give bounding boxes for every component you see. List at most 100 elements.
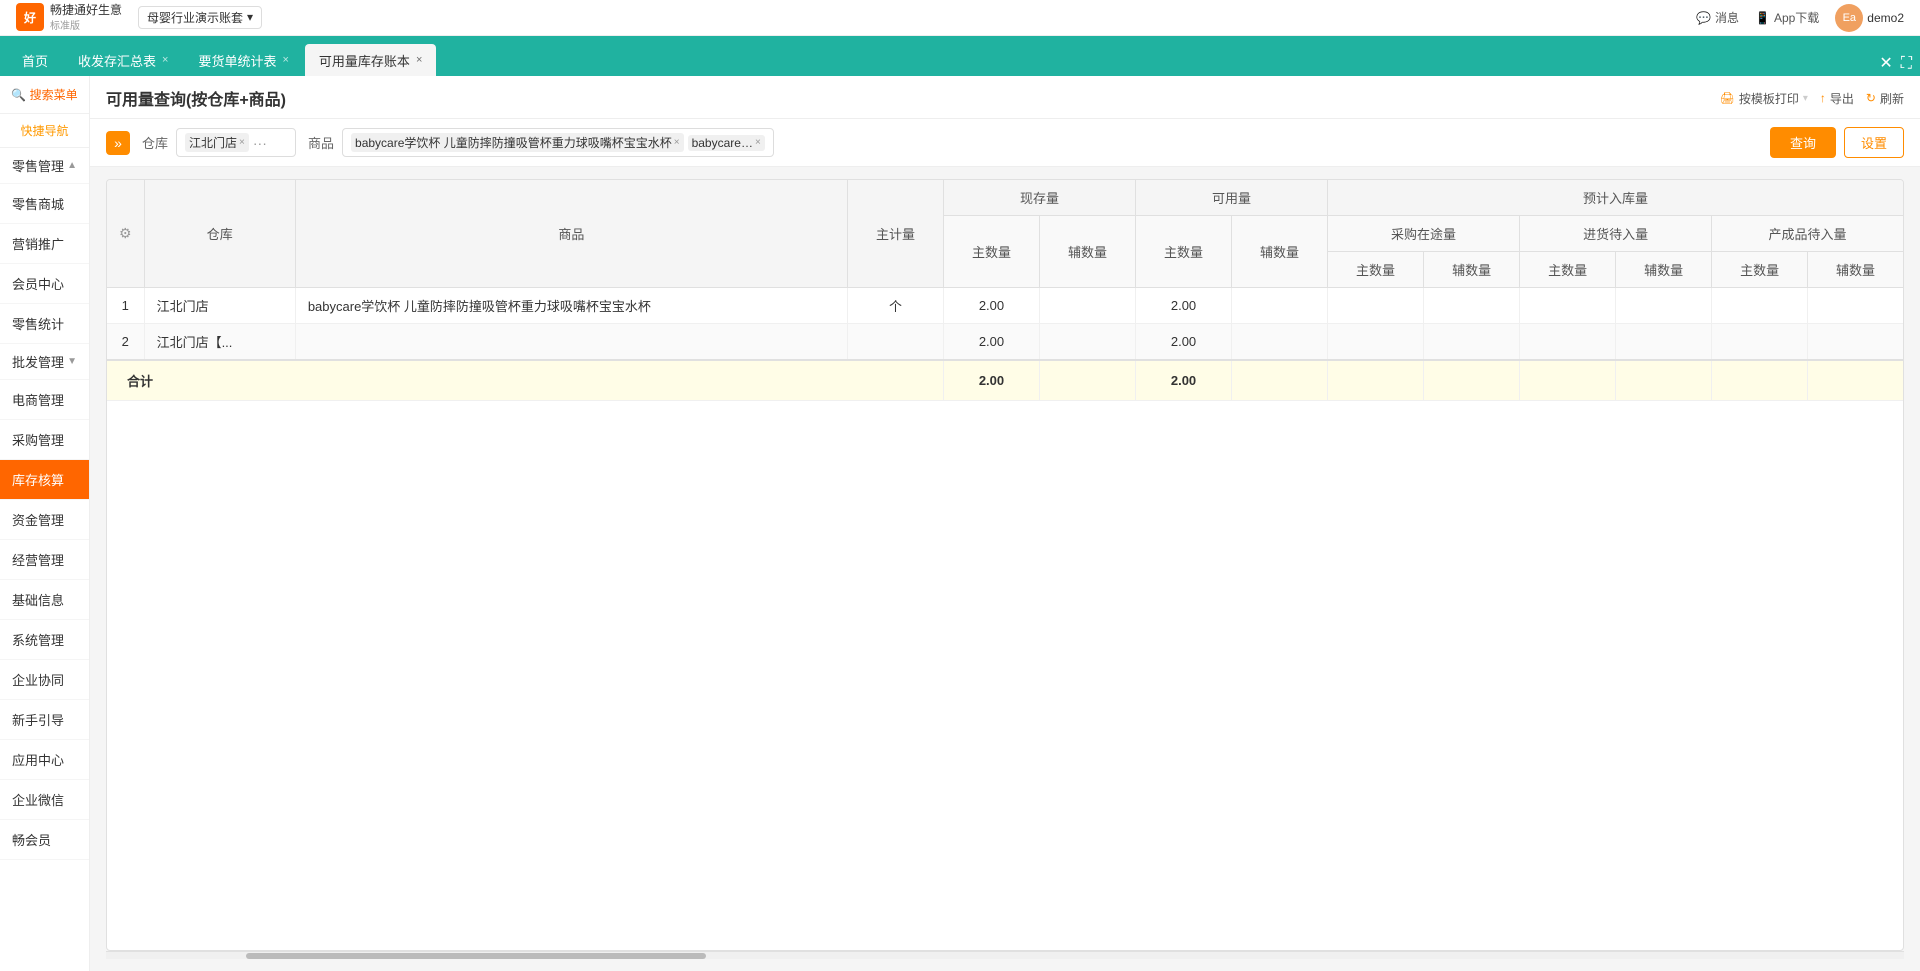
sidebar-item-retail-mgmt[interactable]: 零售管理 ▲ <box>0 148 89 184</box>
filter-expand-btn[interactable]: » <box>106 131 130 155</box>
row-1-product: babycare学饮杯 儿童防摔防撞吸管杯重力球吸嘴杯宝宝水杯 <box>295 288 847 324</box>
print-chevron-icon: ▾ <box>1803 93 1808 104</box>
refresh-label: 刷新 <box>1880 90 1904 107</box>
sidebar-item-enterprise-collab[interactable]: 企业协同 <box>0 660 89 700</box>
footer-purchase-aux <box>1424 360 1520 401</box>
tab-available-stock[interactable]: 可用量库存账本 × <box>305 44 436 76</box>
row-1-purchase-main <box>1328 288 1424 324</box>
logo-area: 好 畅捷通好生意 标准版 <box>16 3 122 32</box>
sidebar-item-sys-mgmt-label: 系统管理 <box>12 630 64 649</box>
sidebar-item-retail-mall[interactable]: 零售商城 <box>0 184 89 224</box>
tab-close-all-icon[interactable]: ✕ <box>1879 56 1892 72</box>
th-current-aux: 辅数量 <box>1040 216 1136 288</box>
row-2-index: 2 <box>107 324 144 361</box>
footer-available-main: 2.00 <box>1136 360 1232 401</box>
sidebar-item-app-center[interactable]: 应用中心 <box>0 740 89 780</box>
th-inbound-pending-group: 进货待入量 <box>1520 216 1712 252</box>
chevron-down-icon: ▼ <box>67 356 77 367</box>
product-tag-2-remove-icon[interactable]: × <box>755 137 761 148</box>
tab-fullscreen-icon[interactable]: ⛶ <box>1901 56 1912 72</box>
filter-bar: » 仓库 江北门店 × ··· 商品 babycare学饮杯 儿童防摔防撞吸管杯… <box>90 119 1920 167</box>
filter-product-input[interactable]: babycare学饮杯 儿童防摔防撞吸管杯重力球吸嘴杯宝宝水杯 × babyca… <box>342 128 774 157</box>
sidebar-item-wholesale-mgmt[interactable]: 批发管理 ▼ <box>0 344 89 380</box>
th-warehouse: 仓库 <box>144 180 295 288</box>
sidebar-item-enterprise-collab-label: 企业协同 <box>12 670 64 689</box>
sidebar-item-retail-stats[interactable]: 零售统计 <box>0 304 89 344</box>
logo-text: 畅捷通好生意 <box>50 3 122 17</box>
template-print-btn[interactable]: 🖨 按模板打印 ▾ <box>1720 90 1808 107</box>
footer-purchase-main <box>1328 360 1424 401</box>
row-2-product <box>295 324 847 361</box>
tab-available-stock-close-icon[interactable]: × <box>416 54 422 66</box>
tab-home-label: 首页 <box>22 51 48 70</box>
refresh-btn[interactable]: ↻ 刷新 <box>1866 90 1904 107</box>
top-bar-left: 好 畅捷通好生意 标准版 母婴行业演示账套 ▾ <box>16 3 262 32</box>
row-1-product-main <box>1712 288 1808 324</box>
tab-receipt-summary-close-icon[interactable]: × <box>162 54 168 66</box>
sidebar-item-basic-info[interactable]: 基础信息 <box>0 580 89 620</box>
sidebar-item-retail-mgmt-label: 零售管理 <box>12 156 64 175</box>
message-icon: 💬 <box>1696 11 1711 25</box>
th-available-aux: 辅数量 <box>1232 216 1328 288</box>
sidebar-item-member-pro-label: 畅会员 <box>12 830 51 849</box>
th-product-pending-group: 产成品待入量 <box>1712 216 1903 252</box>
sidebar-item-sys-mgmt[interactable]: 系统管理 <box>0 620 89 660</box>
scroll-thumb[interactable] <box>246 953 706 959</box>
horizontal-scrollbar[interactable] <box>106 951 1904 959</box>
sidebar-item-new-guide-label: 新手引导 <box>12 710 64 729</box>
sidebar-item-finance-mgmt[interactable]: 资金管理 <box>0 500 89 540</box>
settings-button[interactable]: 设置 <box>1844 127 1904 158</box>
sidebar-item-purchase-mgmt[interactable]: 采购管理 <box>0 420 89 460</box>
th-product: 商品 <box>295 180 847 288</box>
message-action[interactable]: 💬 消息 <box>1696 9 1739 26</box>
sidebar: 🔍 搜索菜单 快捷导航 零售管理 ▲ 零售商城 营销推广 会员中心 零售统计 <box>0 76 90 971</box>
row-2-current-aux <box>1040 324 1136 361</box>
product-tag-2-value: babycare… <box>692 136 753 150</box>
sidebar-item-ecommerce-mgmt[interactable]: 电商管理 <box>0 380 89 420</box>
sidebar-item-member-center-label: 会员中心 <box>12 274 64 293</box>
product-tag-2: babycare… × <box>688 135 765 151</box>
app-download-label: App下载 <box>1774 9 1819 26</box>
industry-selector[interactable]: 母婴行业演示账套 ▾ <box>138 6 262 29</box>
page-actions: 🖨 按模板打印 ▾ ↑ 导出 ↻ 刷新 <box>1720 90 1904 107</box>
export-icon: ↑ <box>1820 91 1826 105</box>
industry-label: 母婴行业演示账套 <box>147 9 243 26</box>
tab-receipt-summary[interactable]: 收发存汇总表 × <box>64 44 182 76</box>
sidebar-item-inventory-check[interactable]: 库存核算 <box>0 460 89 500</box>
row-2-product-aux <box>1808 324 1903 361</box>
sidebar-item-ops-mgmt[interactable]: 经营管理 <box>0 540 89 580</box>
sidebar-item-new-guide[interactable]: 新手引导 <box>0 700 89 740</box>
row-2-purchase-aux <box>1424 324 1520 361</box>
row-1-current-aux <box>1040 288 1136 324</box>
query-button[interactable]: 查询 <box>1770 127 1836 158</box>
filter-actions: 查询 设置 <box>1770 127 1904 158</box>
warehouse-tag-remove-icon[interactable]: × <box>239 137 245 148</box>
sidebar-search[interactable]: 🔍 搜索菜单 <box>0 76 89 114</box>
template-print-label: 按模板打印 <box>1739 90 1799 107</box>
row-2-available-aux <box>1232 324 1328 361</box>
message-label: 消息 <box>1715 9 1739 26</box>
product-tag-1-remove-icon[interactable]: × <box>674 137 680 148</box>
warehouse-more-icon[interactable]: ··· <box>253 135 267 151</box>
app-download-action[interactable]: 📱 App下载 <box>1755 9 1819 26</box>
th-purchase-group: 采购在途量 <box>1328 216 1520 252</box>
top-bar: 好 畅捷通好生意 标准版 母婴行业演示账套 ▾ 💬 消息 📱 App下载 Ea … <box>0 0 1920 36</box>
sidebar-item-wholesale-mgmt-label: 批发管理 <box>12 352 64 371</box>
content-area: 可用量查询(按仓库+商品) 🖨 按模板打印 ▾ ↑ 导出 ↻ 刷新 <box>90 76 1920 971</box>
industry-chevron-icon: ▾ <box>247 10 253 24</box>
tab-home[interactable]: 首页 <box>8 44 62 76</box>
tab-order-stats-close-icon[interactable]: × <box>282 54 288 66</box>
filter-warehouse-input[interactable]: 江北门店 × ··· <box>176 128 296 157</box>
tab-bar: 首页 收发存汇总表 × 要货单统计表 × 可用量库存账本 × ✕ ⛶ <box>0 36 1920 76</box>
sidebar-item-marketing[interactable]: 营销推广 <box>0 224 89 264</box>
user-area[interactable]: Ea demo2 <box>1835 4 1904 32</box>
tab-order-stats[interactable]: 要货单统计表 × <box>184 44 302 76</box>
export-btn[interactable]: ↑ 导出 <box>1820 90 1854 107</box>
row-2-warehouse: 江北门店【... <box>144 324 295 361</box>
sidebar-item-member-center[interactable]: 会员中心 <box>0 264 89 304</box>
sidebar-item-member-pro[interactable]: 畅会员 <box>0 820 89 860</box>
sidebar-item-enterprise-wechat[interactable]: 企业微信 <box>0 780 89 820</box>
sidebar-quick-nav[interactable]: 快捷导航 <box>0 114 89 148</box>
footer-label: 合计 <box>107 360 943 401</box>
tab-order-stats-label: 要货单统计表 <box>198 51 276 70</box>
